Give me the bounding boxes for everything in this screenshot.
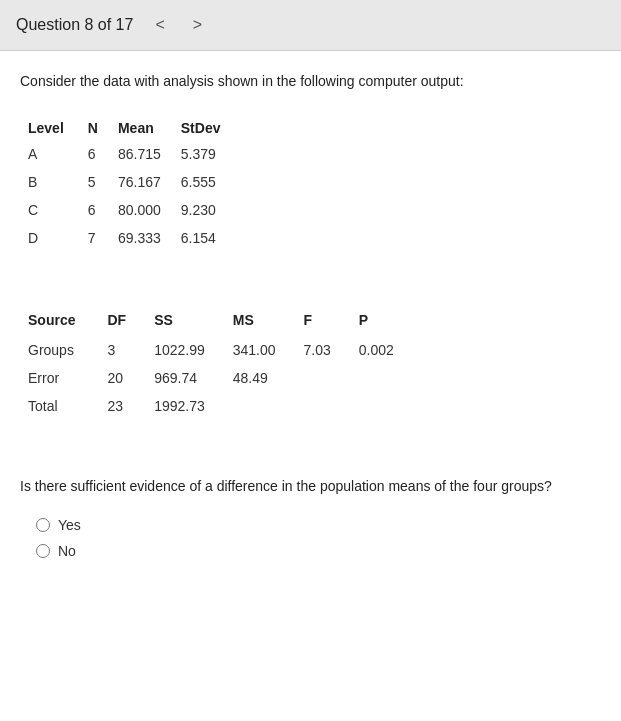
question-content: Consider the data with analysis shown in…	[0, 51, 621, 721]
table-cell: 20	[107, 364, 154, 392]
table-row: C680.0009.230	[28, 196, 240, 224]
table-row: Total231992.73	[28, 392, 422, 420]
anova-table: Source DF SS MS F P Groups31022.99341.00…	[28, 308, 422, 420]
table-cell: 1992.73	[154, 392, 233, 420]
table-cell: 7.03	[304, 336, 359, 364]
intro-text: Consider the data with analysis shown in…	[20, 71, 601, 92]
option-yes-label: Yes	[58, 517, 81, 533]
col-n: N	[88, 116, 118, 140]
table-cell: 5	[88, 168, 118, 196]
table-cell	[359, 364, 422, 392]
table-cell: 6.555	[181, 168, 241, 196]
table-cell: 6	[88, 196, 118, 224]
anova-col-ms: MS	[233, 308, 304, 336]
table-cell: 76.167	[118, 168, 181, 196]
anova-col-p: P	[359, 308, 422, 336]
table-cell: 6	[88, 140, 118, 168]
table-cell	[233, 392, 304, 420]
table-cell: 23	[107, 392, 154, 420]
table-cell: C	[28, 196, 88, 224]
option-yes[interactable]: Yes	[36, 517, 601, 533]
table-cell	[359, 392, 422, 420]
table-row: Error20969.7448.49	[28, 364, 422, 392]
table-cell: 341.00	[233, 336, 304, 364]
table-cell: Groups	[28, 336, 107, 364]
table-cell: A	[28, 140, 88, 168]
table-row: A686.7155.379	[28, 140, 240, 168]
anova-col-df: DF	[107, 308, 154, 336]
table-cell: Total	[28, 392, 107, 420]
table-cell: 9.230	[181, 196, 241, 224]
table-row: Groups31022.99341.007.030.002	[28, 336, 422, 364]
table-row: B576.1676.555	[28, 168, 240, 196]
answer-options: Yes No	[36, 517, 601, 559]
next-button[interactable]: >	[187, 14, 208, 36]
table-row: D769.3336.154	[28, 224, 240, 252]
table-cell: 0.002	[359, 336, 422, 364]
option-no[interactable]: No	[36, 543, 601, 559]
table-cell: 69.333	[118, 224, 181, 252]
radio-yes[interactable]	[36, 518, 50, 532]
table-cell: 86.715	[118, 140, 181, 168]
col-mean: Mean	[118, 116, 181, 140]
anova-col-ss: SS	[154, 308, 233, 336]
anova-col-source: Source	[28, 308, 107, 336]
table-cell: 6.154	[181, 224, 241, 252]
table-cell: 5.379	[181, 140, 241, 168]
question-title: Question 8 of 17	[16, 16, 133, 34]
table-cell: 969.74	[154, 364, 233, 392]
table-cell	[304, 364, 359, 392]
table-cell: Error	[28, 364, 107, 392]
table-cell: D	[28, 224, 88, 252]
table-cell: 48.49	[233, 364, 304, 392]
col-stdev: StDev	[181, 116, 241, 140]
table-cell: B	[28, 168, 88, 196]
table-cell: 1022.99	[154, 336, 233, 364]
bottom-question-text: Is there sufficient evidence of a differ…	[20, 476, 601, 497]
data-table: Level N Mean StDev A686.7155.379B576.167…	[28, 116, 240, 252]
col-level: Level	[28, 116, 88, 140]
option-no-label: No	[58, 543, 76, 559]
table-cell: 7	[88, 224, 118, 252]
prev-button[interactable]: <	[149, 14, 170, 36]
anova-col-f: F	[304, 308, 359, 336]
table-cell	[304, 392, 359, 420]
table-cell: 80.000	[118, 196, 181, 224]
question-header: Question 8 of 17 < >	[0, 0, 621, 51]
table-cell: 3	[107, 336, 154, 364]
radio-no[interactable]	[36, 544, 50, 558]
